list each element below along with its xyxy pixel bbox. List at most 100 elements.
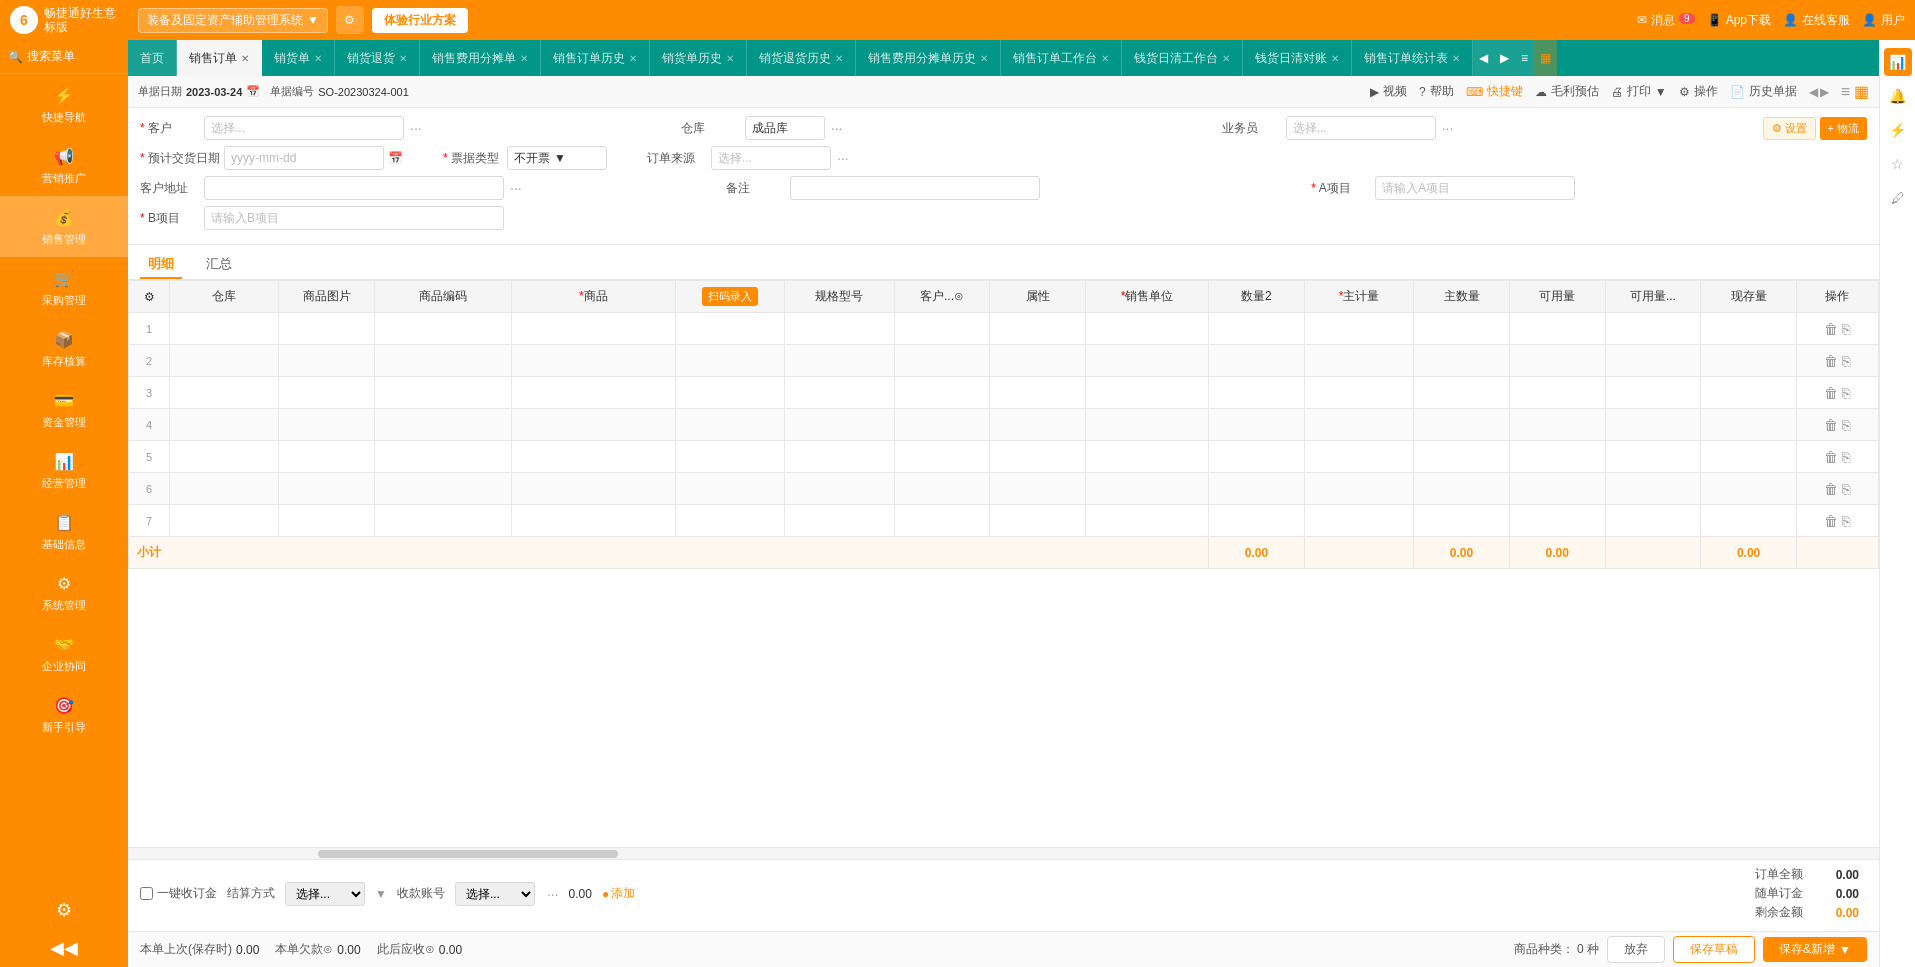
delete-icon[interactable]: 🗑: [1824, 385, 1838, 401]
tab-sales-return-history[interactable]: 销货退货历史 ✕: [747, 40, 856, 76]
tab-close-icon[interactable]: ✕: [314, 53, 322, 64]
calendar-icon[interactable]: 📅: [246, 85, 260, 98]
delete-icon[interactable]: 🗑: [1824, 449, 1838, 465]
calendar2-icon[interactable]: 📅: [388, 151, 403, 165]
sidebar-item-enterprise[interactable]: 🤝 企业协同: [0, 623, 128, 684]
save-new-button[interactable]: 保存&新增 ▼: [1763, 937, 1867, 962]
delete-icon[interactable]: 🗑: [1824, 321, 1838, 337]
right-icon-5[interactable]: 🖊: [1884, 184, 1912, 212]
sidebar-item-purchase[interactable]: 🛒 采购管理: [0, 257, 128, 318]
tab-close-icon[interactable]: ✕: [980, 53, 988, 64]
sidebar-item-marketing[interactable]: 📢 营销推广: [0, 135, 128, 196]
row-1-main-qty[interactable]: [1414, 313, 1510, 345]
right-icon-4[interactable]: ☆: [1884, 150, 1912, 178]
sidebar-item-system[interactable]: ⚙ 系统管理: [0, 562, 128, 623]
warehouse-dots-button[interactable]: ···: [831, 120, 843, 136]
tab-close-icon[interactable]: ✕: [726, 53, 734, 64]
settings-button[interactable]: ⚙: [336, 6, 364, 34]
sidebar-settings-button[interactable]: ⚙: [0, 891, 128, 929]
tab-sales-doc-history[interactable]: 销货单历史 ✕: [650, 40, 747, 76]
tab-sales-stats[interactable]: 销售订单统计表 ✕: [1352, 40, 1473, 76]
tab-menu-button[interactable]: ≡: [1515, 40, 1534, 76]
row-1-qty2[interactable]: [1209, 313, 1305, 345]
sidebar-item-operations[interactable]: 📊 经营管理: [0, 440, 128, 501]
nav-prev-icon[interactable]: ◀: [1809, 85, 1818, 99]
b-project-input[interactable]: [204, 206, 504, 230]
tab-cash-reconcile[interactable]: 钱货日清对账 ✕: [1243, 40, 1352, 76]
tab-close-icon[interactable]: ✕: [399, 53, 407, 64]
invoice-select[interactable]: 不开票 ▼: [507, 146, 607, 170]
tab-sales-expense[interactable]: 销售费用分摊单 ✕: [420, 40, 541, 76]
delete-icon[interactable]: 🗑: [1824, 353, 1838, 369]
row-1-spec[interactable]: [785, 313, 894, 345]
sidebar-item-search[interactable]: 🔍 搜索菜单: [0, 40, 128, 74]
sidebar-item-guide[interactable]: 🎯 新手引导: [0, 684, 128, 745]
tab-sales-order-history[interactable]: 销售订单历史 ✕: [541, 40, 650, 76]
copy-icon[interactable]: ⎘: [1842, 321, 1850, 337]
grid-icon[interactable]: ▦: [1854, 82, 1869, 101]
delete-icon[interactable]: 🗑: [1824, 513, 1838, 529]
delete-icon[interactable]: 🗑: [1824, 481, 1838, 497]
row-2-code[interactable]: [375, 345, 512, 377]
row-1-code[interactable]: [375, 313, 512, 345]
tab-sales-doc[interactable]: 销货单 ✕: [262, 40, 335, 76]
sidebar-item-sales[interactable]: 💰 销售管理: [0, 196, 128, 257]
sidebar-item-inventory[interactable]: 📦 库存核算: [0, 318, 128, 379]
row-2-warehouse[interactable]: [170, 345, 279, 377]
order-source-dots-button[interactable]: ···: [837, 150, 849, 166]
account-dots-button[interactable]: ···: [547, 886, 559, 902]
online-service-button[interactable]: 👤 在线客服: [1783, 12, 1850, 29]
scan-button[interactable]: 扫码录入: [702, 287, 758, 306]
tab-close-icon[interactable]: ✕: [241, 53, 249, 64]
row-1-avail2[interactable]: [1605, 313, 1701, 345]
order-source-input[interactable]: [711, 146, 831, 170]
right-icon-3[interactable]: ⚡: [1884, 116, 1912, 144]
delivery-input[interactable]: [224, 146, 384, 170]
save-draft-button[interactable]: 保存草稿: [1673, 936, 1755, 963]
tab-next-button[interactable]: ▶: [1494, 40, 1515, 76]
one-click-checkbox[interactable]: 一键收订金: [140, 885, 217, 902]
nav-next-icon[interactable]: ▶: [1820, 85, 1829, 99]
right-icon-1[interactable]: 📊: [1884, 48, 1912, 76]
tab-grid-button[interactable]: ▦: [1534, 40, 1557, 76]
address-input[interactable]: [204, 176, 504, 200]
tab-summary[interactable]: 汇总: [198, 251, 240, 279]
address-dots-button[interactable]: ···: [510, 180, 522, 196]
salesperson-input[interactable]: [1286, 116, 1436, 140]
tab-detail[interactable]: 明细: [140, 251, 182, 279]
discard-button[interactable]: 放弃: [1607, 936, 1665, 963]
tab-close-icon[interactable]: ✕: [1331, 53, 1339, 64]
material-button[interactable]: + 物流: [1820, 117, 1867, 140]
sidebar-collapse-button[interactable]: ◀◀: [0, 929, 128, 967]
tab-sales-expense-history[interactable]: 销售费用分摊单历史 ✕: [856, 40, 1001, 76]
copy-icon[interactable]: ⎘: [1842, 449, 1850, 465]
industry-button[interactable]: 体验行业方案: [372, 8, 468, 33]
note-input[interactable]: [790, 176, 1040, 200]
tab-home[interactable]: 首页: [128, 40, 177, 76]
copy-icon[interactable]: ⎘: [1842, 385, 1850, 401]
tab-sales-order[interactable]: 销售订单 ✕: [177, 40, 262, 76]
customer-dots-button[interactable]: ···: [410, 120, 422, 136]
tab-sales-return[interactable]: 销货退货 ✕: [335, 40, 420, 76]
tab-close-icon[interactable]: ✕: [629, 53, 637, 64]
delete-icon[interactable]: 🗑: [1824, 417, 1838, 433]
sidebar-item-finance[interactable]: 💳 资金管理: [0, 379, 128, 440]
row-2-product[interactable]: [511, 345, 675, 377]
payment-method-select[interactable]: 选择...: [285, 882, 365, 906]
copy-icon[interactable]: ⎘: [1842, 353, 1850, 369]
system-selector[interactable]: 装备及固定资产辅助管理系统 ▼: [138, 8, 328, 33]
user-button[interactable]: 👤 用户: [1862, 12, 1905, 29]
tab-close-icon[interactable]: ✕: [1101, 53, 1109, 64]
history-button[interactable]: 📄 历史单据: [1730, 83, 1797, 100]
app-download-button[interactable]: 📱 App下载: [1707, 12, 1771, 29]
scroll-bar[interactable]: [128, 847, 1879, 859]
a-project-input[interactable]: [1375, 176, 1575, 200]
row-1-attribute[interactable]: [990, 313, 1086, 345]
tab-close-icon[interactable]: ✕: [520, 53, 528, 64]
tab-close-icon[interactable]: ✕: [835, 53, 843, 64]
tab-sales-workbench[interactable]: 销售订单工作台 ✕: [1001, 40, 1122, 76]
row-1-sales-unit[interactable]: [1086, 313, 1209, 345]
account-select[interactable]: 选择...: [455, 882, 535, 906]
copy-icon[interactable]: ⎘: [1842, 481, 1850, 497]
copy-icon[interactable]: ⎘: [1842, 417, 1850, 433]
